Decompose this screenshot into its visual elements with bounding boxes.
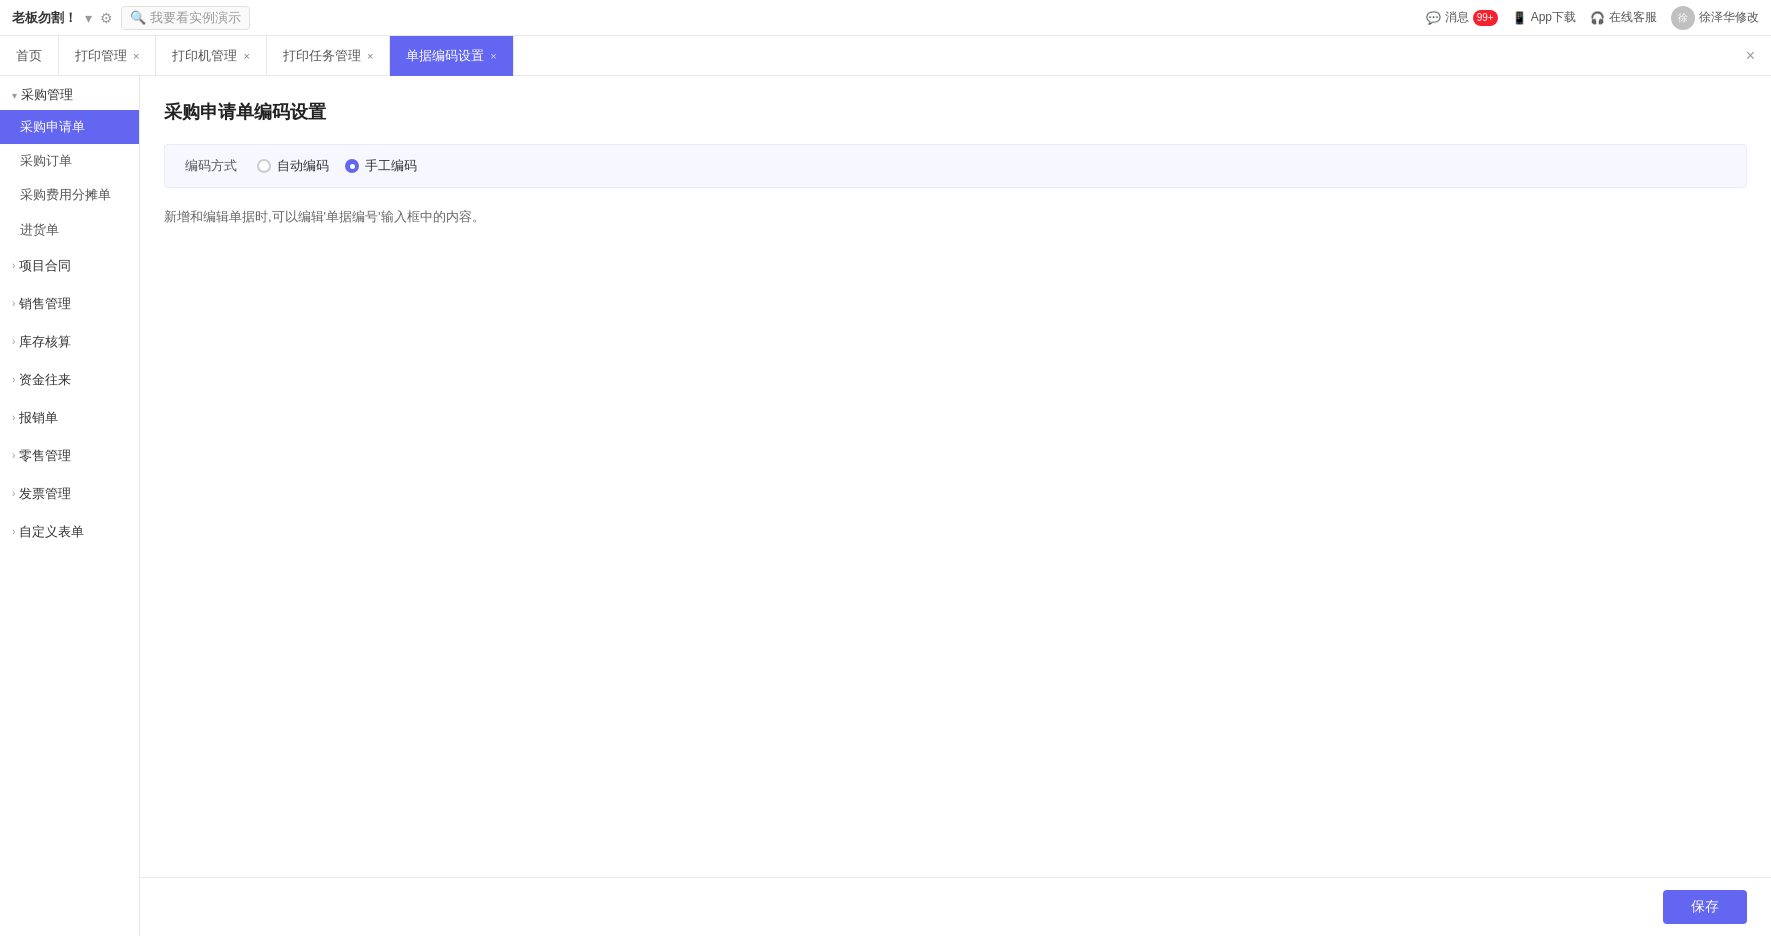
sidebar-item-purchase-order[interactable]: 采购订单 <box>0 144 139 178</box>
tab-code-settings[interactable]: 单据编码设置 × <box>390 36 513 76</box>
logo: 老板勿割！ <box>12 9 77 27</box>
tab-code-settings-label: 单据编码设置 <box>406 47 484 65</box>
app-download-label: App下载 <box>1531 9 1576 26</box>
search-text: 我要看实例演示 <box>150 9 241 27</box>
sidebar-group-finance-label: 资金往来 <box>19 371 71 389</box>
sidebar-group-project[interactable]: › 项目合同 <box>0 247 139 285</box>
sidebar-group-inventory-label: 库存核算 <box>19 333 71 351</box>
tab-bar: 首页 打印管理 × 打印机管理 × 打印任务管理 × 单据编码设置 × × <box>0 36 1771 76</box>
manual-encoding-label: 手工编码 <box>365 157 417 175</box>
chevron-right-icon: › <box>12 260 15 271</box>
tab-print-task-label: 打印任务管理 <box>283 47 361 65</box>
tab-bar-close-button[interactable]: × <box>1730 47 1771 65</box>
save-button[interactable]: 保存 <box>1663 890 1747 924</box>
search-icon: 🔍 <box>130 10 146 25</box>
chevron-right-icon: › <box>12 450 15 461</box>
sidebar-group-expense-report[interactable]: › 报销单 <box>0 399 139 437</box>
top-bar-left: 老板勿割！ ▾ ⚙ 🔍 我要看实例演示 <box>12 6 250 30</box>
sidebar-item-receipt[interactable]: 进货单 <box>0 213 139 247</box>
sidebar-group-sales-label: 销售管理 <box>19 295 71 313</box>
tab-print-management-label: 打印管理 <box>75 47 127 65</box>
sidebar-item-purchase-expense[interactable]: 采购费用分摊单 <box>0 178 139 212</box>
manual-encoding-radio[interactable] <box>345 159 359 173</box>
message-badge: 99+ <box>1473 10 1498 26</box>
auto-encoding-label: 自动编码 <box>277 157 329 175</box>
sidebar-group-purchase[interactable]: ▾ 采购管理 <box>0 76 139 110</box>
sidebar-item-purchase-order-label: 采购订单 <box>20 153 72 168</box>
message-label: 消息 <box>1445 9 1469 26</box>
dropdown-icon[interactable]: ▾ <box>85 10 92 26</box>
chevron-right-icon: › <box>12 488 15 499</box>
tab-print-management[interactable]: 打印管理 × <box>59 36 156 76</box>
sidebar-group-project-label: 项目合同 <box>19 257 71 275</box>
auto-encoding-radio[interactable] <box>257 159 271 173</box>
main-layout: ▾ 采购管理 采购申请单 采购订单 采购费用分摊单 进货单 › 项目合同 › 销… <box>0 76 1771 936</box>
sidebar-group-custom-form[interactable]: › 自定义表单 <box>0 513 139 551</box>
sidebar-item-receipt-label: 进货单 <box>20 222 59 237</box>
encoding-row: 编码方式 自动编码 手工编码 <box>164 144 1747 188</box>
tab-home[interactable]: 首页 <box>0 36 59 76</box>
chevron-right-icon: › <box>12 374 15 385</box>
chevron-right-icon: › <box>12 336 15 347</box>
chevron-down-icon: ▾ <box>12 90 17 101</box>
search-bar[interactable]: 🔍 我要看实例演示 <box>121 6 250 30</box>
sidebar-group-retail[interactable]: › 零售管理 <box>0 437 139 475</box>
app-icon: 📱 <box>1512 11 1527 25</box>
service-icon: 🎧 <box>1590 11 1605 25</box>
sidebar-group-invoice-label: 发票管理 <box>19 485 71 503</box>
content-inner: 采购申请单编码设置 编码方式 自动编码 手工编码 新增和编辑单据时,可以编辑'单… <box>140 76 1771 877</box>
sidebar-group-retail-label: 零售管理 <box>19 447 71 465</box>
tab-print-task[interactable]: 打印任务管理 × <box>267 36 390 76</box>
chevron-right-icon: › <box>12 526 15 537</box>
sidebar-group-invoice[interactable]: › 发票管理 <box>0 475 139 513</box>
chevron-right-icon: › <box>12 412 15 423</box>
username: 徐泽华修改 <box>1699 9 1759 26</box>
top-bar: 老板勿割！ ▾ ⚙ 🔍 我要看实例演示 💬 消息 99+ 📱 App下载 🎧 在… <box>0 0 1771 36</box>
sidebar-group-purchase-label: 采购管理 <box>21 86 73 104</box>
sidebar-group-custom-form-label: 自定义表单 <box>19 523 84 541</box>
tab-close-icon[interactable]: × <box>490 50 496 62</box>
sidebar-group-sales[interactable]: › 销售管理 <box>0 285 139 323</box>
message-icon: 💬 <box>1426 11 1441 25</box>
page-title: 采购申请单编码设置 <box>164 100 1747 124</box>
sidebar-group-inventory[interactable]: › 库存核算 <box>0 323 139 361</box>
chevron-right-icon: › <box>12 298 15 309</box>
footer: 保存 <box>140 877 1771 936</box>
content-area: 采购申请单编码设置 编码方式 自动编码 手工编码 新增和编辑单据时,可以编辑'单… <box>140 76 1771 936</box>
info-text: 新增和编辑单据时,可以编辑'单据编号'输入框中的内容。 <box>164 208 1747 226</box>
settings-icon[interactable]: ⚙ <box>100 10 113 26</box>
avatar: 徐 <box>1671 6 1695 30</box>
tab-home-label: 首页 <box>16 47 42 65</box>
tab-close-icon[interactable]: × <box>243 50 249 62</box>
user-menu[interactable]: 徐 徐泽华修改 <box>1671 6 1759 30</box>
online-service-button[interactable]: 🎧 在线客服 <box>1590 9 1657 26</box>
tab-close-icon[interactable]: × <box>367 50 373 62</box>
sidebar-item-purchase-request-label: 采购申请单 <box>20 119 85 134</box>
encoding-label: 编码方式 <box>185 157 237 175</box>
tab-printer-management[interactable]: 打印机管理 × <box>156 36 266 76</box>
sidebar-group-finance[interactable]: › 资金往来 <box>0 361 139 399</box>
tab-close-icon[interactable]: × <box>133 50 139 62</box>
sidebar-item-purchase-expense-label: 采购费用分摊单 <box>20 187 111 202</box>
sidebar: ▾ 采购管理 采购申请单 采购订单 采购费用分摊单 进货单 › 项目合同 › 销… <box>0 76 140 936</box>
manual-encoding-option[interactable]: 手工编码 <box>345 157 417 175</box>
sidebar-group-expense-report-label: 报销单 <box>19 409 58 427</box>
tab-printer-management-label: 打印机管理 <box>172 47 237 65</box>
online-service-label: 在线客服 <box>1609 9 1657 26</box>
app-download-button[interactable]: 📱 App下载 <box>1512 9 1576 26</box>
message-button[interactable]: 💬 消息 99+ <box>1426 9 1498 26</box>
radio-group: 自动编码 手工编码 <box>257 157 417 175</box>
sidebar-item-purchase-request[interactable]: 采购申请单 <box>0 110 139 144</box>
auto-encoding-option[interactable]: 自动编码 <box>257 157 329 175</box>
top-bar-right: 💬 消息 99+ 📱 App下载 🎧 在线客服 徐 徐泽华修改 <box>1426 6 1759 30</box>
